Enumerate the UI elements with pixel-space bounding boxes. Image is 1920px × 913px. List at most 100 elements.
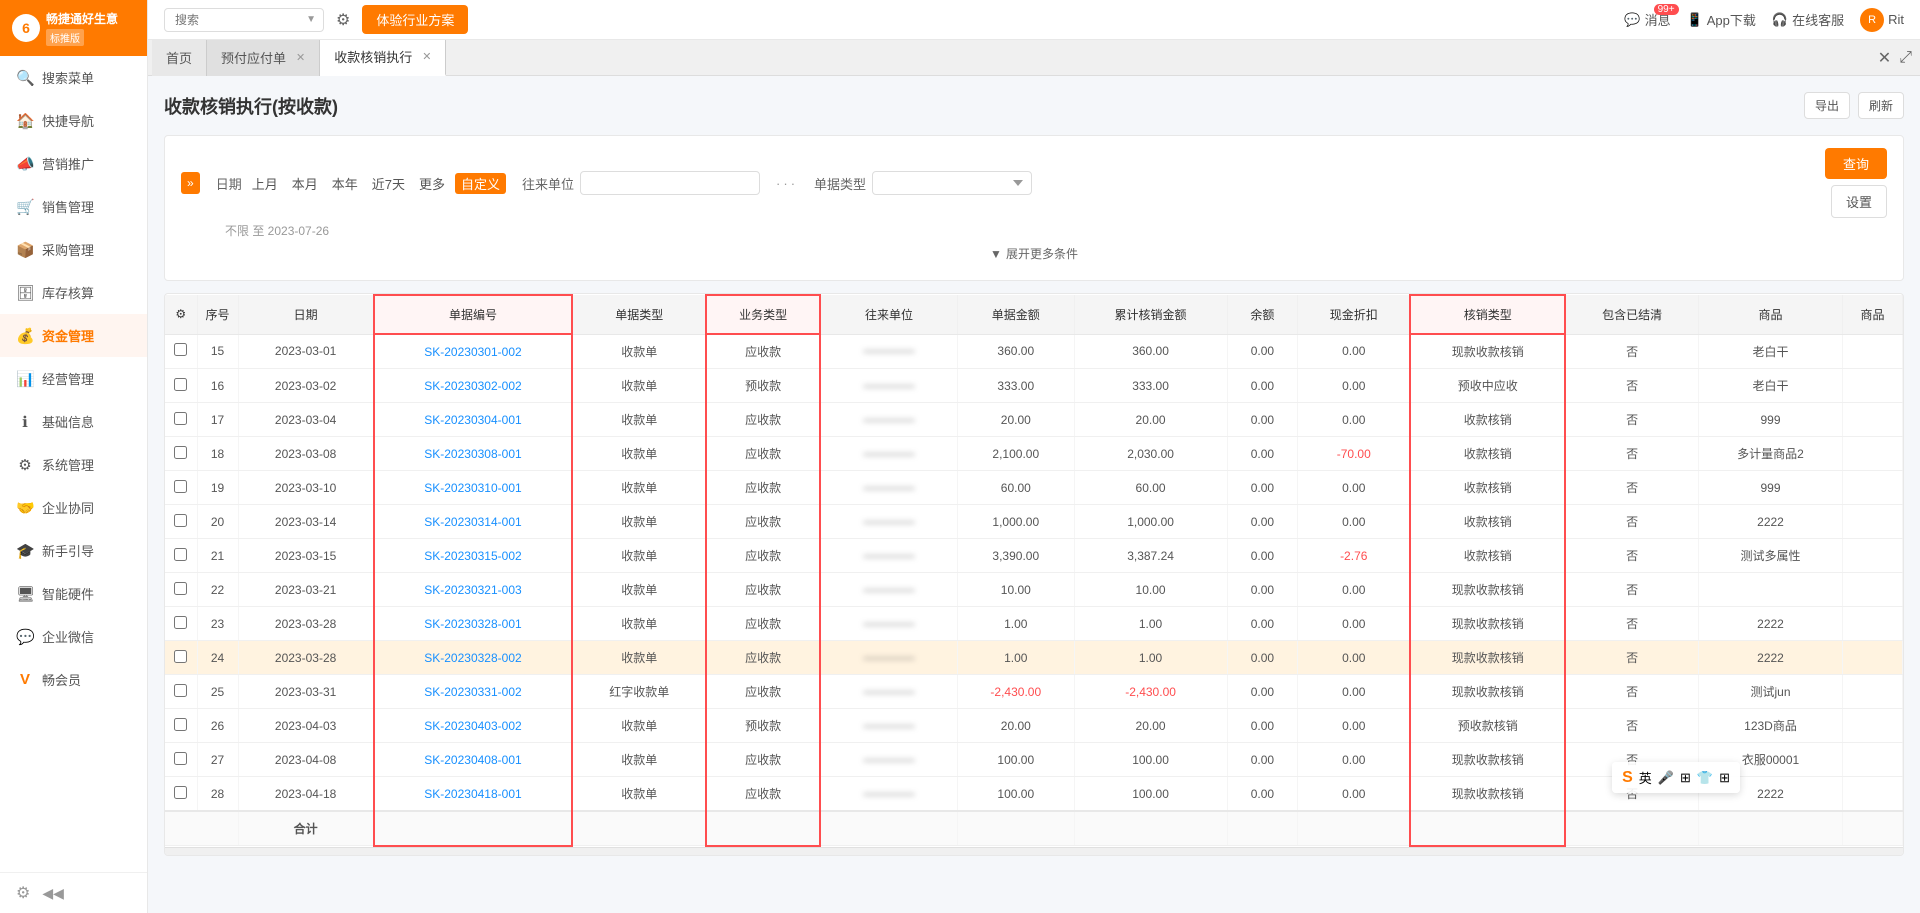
refresh-button[interactable]: 刷新 (1858, 92, 1904, 119)
user-avatar[interactable]: R Rit (1860, 8, 1904, 32)
voucher-no-link[interactable]: SK-20230328-002 (424, 651, 521, 665)
page-actions: 导出 刷新 (1804, 92, 1904, 119)
row-partner: ────── (820, 539, 958, 573)
expand-tab-icon[interactable]: ⤢ (1899, 49, 1912, 67)
row-checkbox[interactable] (165, 539, 197, 573)
app-download[interactable]: 📱 App下载 (1687, 10, 1756, 29)
voucher-no-link[interactable]: SK-20230408-001 (424, 753, 521, 767)
close-tab-icon[interactable]: ✕ (1878, 48, 1891, 68)
expand-more-btn[interactable]: ▼ 展开更多条件 (990, 245, 1078, 262)
row-checkbox[interactable] (165, 471, 197, 505)
date-prev-month[interactable]: 上月 (248, 172, 282, 195)
row-amount: 2,100.00 (958, 437, 1074, 471)
partner-input[interactable] (580, 171, 760, 195)
sidebar-item-basic[interactable]: ℹ 基础信息 (0, 400, 147, 443)
row-checkbox[interactable] (165, 369, 197, 403)
settings-filter-button[interactable]: 设置 (1831, 185, 1887, 218)
sidebar-item-finance[interactable]: 💰 资金管理 (0, 314, 147, 357)
export-button[interactable]: 导出 (1804, 92, 1850, 119)
col-settings[interactable]: ⚙ (165, 295, 197, 334)
row-balance: 0.00 (1227, 573, 1298, 607)
row-write-off-type: 现款收款核销 (1410, 573, 1565, 607)
voucher-no-link[interactable]: SK-20230301-002 (424, 345, 521, 359)
date-more[interactable]: 更多 (415, 172, 449, 195)
sidebar-item-wechat[interactable]: 💬 企业微信 (0, 615, 147, 658)
query-button[interactable]: 查询 (1825, 148, 1887, 179)
tab-prepay[interactable]: 预付应付单 ✕ (207, 40, 320, 76)
sidebar-item-quicknav[interactable]: 🏠 快捷导航 (0, 99, 147, 142)
search-input[interactable] (164, 8, 324, 32)
col-settings-icon[interactable]: ⚙ (175, 307, 186, 321)
row-voucher-no: SK-20230304-001 (374, 403, 573, 437)
gear-icon[interactable]: ⚙ (336, 10, 350, 30)
search-input-wrap: ▼ (164, 8, 324, 32)
row-checkbox[interactable] (165, 334, 197, 369)
row-checkbox[interactable] (165, 607, 197, 641)
voucher-type-select[interactable] (872, 171, 1032, 195)
row-voucher-type: 收款单 (572, 437, 706, 471)
col-partner-header: 往来单位 (820, 295, 958, 334)
row-partner: ────── (820, 777, 958, 812)
voucher-no-link[interactable]: SK-20230304-001 (424, 413, 521, 427)
voucher-no-link[interactable]: SK-20230308-001 (424, 447, 521, 461)
sidebar-item-sales[interactable]: 🛒 销售管理 (0, 185, 147, 228)
sidebar-item-search[interactable]: 🔍 搜索菜单 (0, 56, 147, 99)
row-checkbox[interactable] (165, 403, 197, 437)
tab-collection-close[interactable]: ✕ (422, 50, 431, 63)
row-checkbox[interactable] (165, 709, 197, 743)
footer-balance (1227, 811, 1298, 846)
row-accumulated: 1.00 (1074, 607, 1227, 641)
date-this-month[interactable]: 本月 (288, 172, 322, 195)
row-checkbox[interactable] (165, 777, 197, 812)
voucher-no-link[interactable]: SK-20230315-002 (424, 549, 521, 563)
search-icon: 🔍 (16, 69, 34, 87)
row-checkbox[interactable] (165, 743, 197, 777)
row-date: 2023-03-21 (238, 573, 374, 607)
row-checkbox[interactable] (165, 641, 197, 675)
date-custom[interactable]: 自定义 (455, 173, 506, 194)
settings-bottom-icon[interactable]: ⚙ (16, 883, 30, 903)
voucher-no-link[interactable]: SK-20230302-002 (424, 379, 521, 393)
sidebar-item-system[interactable]: ⚙ 系统管理 (0, 443, 147, 486)
row-date: 2023-03-31 (238, 675, 374, 709)
sidebar-item-guide[interactable]: 🎓 新手引导 (0, 529, 147, 572)
row-balance: 0.00 (1227, 539, 1298, 573)
voucher-no-link[interactable]: SK-20230418-001 (424, 787, 521, 801)
voucher-no-link[interactable]: SK-20230403-002 (424, 719, 521, 733)
col-goods2-header: 商品 (1843, 295, 1903, 334)
topbar-right: 💬 消息 99+ 📱 App下载 🎧 在线客服 R Rit (1624, 8, 1904, 32)
date-this-year[interactable]: 本年 (328, 172, 362, 195)
sidebar-item-operation[interactable]: 📊 经营管理 (0, 357, 147, 400)
row-checkbox[interactable] (165, 505, 197, 539)
solution-button[interactable]: 体验行业方案 (362, 5, 468, 34)
sidebar-item-hardware[interactable]: 🖥 智能硬件 (0, 572, 147, 615)
voucher-no-link[interactable]: SK-20230310-001 (424, 481, 521, 495)
voucher-no-link[interactable]: SK-20230331-002 (424, 685, 521, 699)
watermark-shirt: 👕 (1697, 770, 1713, 786)
row-voucher-no: SK-20230328-001 (374, 607, 573, 641)
horizontal-scrollbar[interactable] (165, 847, 1903, 855)
tab-collection[interactable]: 收款核销执行 ✕ (320, 40, 446, 76)
voucher-no-link[interactable]: SK-20230314-001 (424, 515, 521, 529)
voucher-no-link[interactable]: SK-20230321-003 (424, 583, 521, 597)
messages-badge[interactable]: 💬 消息 99+ (1624, 10, 1670, 29)
row-discount: 0.00 (1298, 471, 1411, 505)
sidebar-item-member[interactable]: V 畅会员 (0, 658, 147, 701)
voucher-no-link[interactable]: SK-20230328-001 (424, 617, 521, 631)
collapse-icon[interactable]: ◀◀ (42, 885, 64, 902)
online-service[interactable]: 🎧 在线客服 (1772, 10, 1844, 29)
tab-prepay-close[interactable]: ✕ (296, 51, 305, 64)
row-checkbox[interactable] (165, 437, 197, 471)
expand-left-arrow-icon[interactable]: » (181, 172, 200, 194)
tab-home[interactable]: 首页 (152, 40, 207, 76)
sidebar-item-marketing[interactable]: 📣 营销推广 (0, 142, 147, 185)
row-write-off-type: 现款收款核销 (1410, 641, 1565, 675)
row-checkbox[interactable] (165, 573, 197, 607)
dropdown-icon: ▼ (306, 14, 316, 25)
sidebar-item-purchase[interactable]: 📦 采购管理 (0, 228, 147, 271)
sidebar-item-inventory[interactable]: 🗄 库存核算 (0, 271, 147, 314)
date-7days[interactable]: 近7天 (368, 172, 409, 195)
row-checkbox[interactable] (165, 675, 197, 709)
sidebar-item-corp[interactable]: 🤝 企业协同 (0, 486, 147, 529)
filter-left-arrow[interactable]: » (181, 172, 200, 194)
